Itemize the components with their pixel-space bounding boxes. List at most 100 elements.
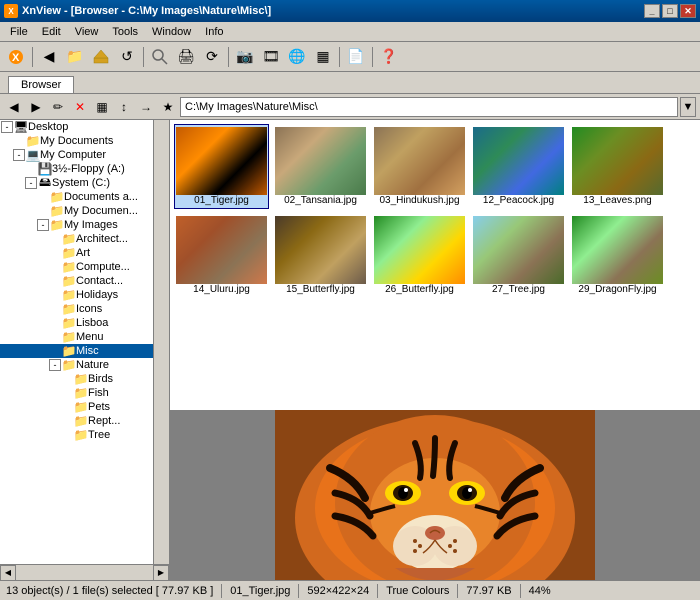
film-button[interactable]: 🎞 — [259, 45, 283, 69]
back-button[interactable]: ◀ — [37, 45, 61, 69]
path-input[interactable]: C:\My Images\Nature\Misc\ — [180, 97, 678, 117]
scroll-track[interactable] — [16, 565, 153, 580]
nav-sort[interactable]: ↕ — [114, 97, 134, 117]
tree-item[interactable]: -📁My Images — [0, 218, 153, 232]
tree-toggle[interactable] — [49, 247, 61, 259]
tree-item[interactable]: 📁Birds — [0, 372, 153, 386]
thumbnail-item[interactable]: 29_DragonFly.jpg — [570, 213, 665, 298]
tree-toggle[interactable]: - — [49, 359, 61, 371]
tree-toggle[interactable] — [37, 205, 49, 217]
tree-toggle[interactable]: - — [13, 149, 25, 161]
up-button[interactable] — [89, 45, 113, 69]
thumbnail-item[interactable]: 14_Uluru.jpg — [174, 213, 269, 298]
grid-button[interactable]: ▦ — [311, 45, 335, 69]
thumbnail-item[interactable]: 26_Butterfly.jpg — [372, 213, 467, 298]
thumbnail-item[interactable]: 02_Tansania.jpg — [273, 124, 368, 209]
tree-toggle[interactable] — [61, 387, 73, 399]
tree-item[interactable]: 💾3½-Floppy (A:) — [0, 162, 153, 176]
menu-file[interactable]: File — [4, 24, 34, 40]
tree-toggle[interactable] — [13, 135, 25, 147]
tree-item[interactable]: 📁Lisboa — [0, 316, 153, 330]
tree-item-label: My Computer — [40, 149, 106, 161]
tab-browser[interactable]: Browser — [8, 76, 74, 93]
tree-item[interactable]: -🖥Desktop — [0, 120, 153, 134]
thumbnail-item[interactable]: 03_Hindukush.jpg — [372, 124, 467, 209]
minimize-button[interactable]: _ — [644, 4, 660, 18]
tree-item[interactable]: -🖴System (C:) — [0, 176, 153, 190]
path-dropdown[interactable]: ▼ — [680, 97, 696, 117]
thumbnail-item[interactable]: 15_Butterfly.jpg — [273, 213, 368, 298]
tree-item[interactable]: 📁Documents a... — [0, 190, 153, 204]
toolbar-icon-small: X — [4, 45, 28, 69]
tree-item[interactable]: 📁Icons — [0, 302, 153, 316]
tree-item[interactable]: -💻My Computer — [0, 148, 153, 162]
thumbnail-label: 02_Tansania.jpg — [284, 195, 357, 206]
scroll-right[interactable]: ▶ — [153, 565, 169, 581]
tree-item[interactable]: -📁Nature — [0, 358, 153, 372]
scroll-left[interactable]: ◀ — [0, 565, 16, 581]
tree-toggle[interactable] — [49, 303, 61, 315]
tree-item[interactable]: 📁Contact... — [0, 274, 153, 288]
nav-star[interactable]: ★ — [158, 97, 178, 117]
tree-item[interactable]: 📁Art — [0, 246, 153, 260]
tree-item[interactable]: 📁Pets — [0, 400, 153, 414]
tree-item[interactable]: 📁Misc — [0, 344, 153, 358]
help-button[interactable]: ❓ — [377, 45, 401, 69]
tree-toggle[interactable] — [37, 191, 49, 203]
nav-edit[interactable]: ✏ — [48, 97, 68, 117]
thumbnail-item[interactable]: 12_Peacock.jpg — [471, 124, 566, 209]
tree-item[interactable]: 📁Architect... — [0, 232, 153, 246]
status-sep-3 — [377, 584, 378, 598]
tree-toggle[interactable] — [49, 317, 61, 329]
search-button[interactable] — [148, 45, 172, 69]
tree-toggle[interactable]: - — [37, 219, 49, 231]
thumbnail-label: 14_Uluru.jpg — [193, 284, 250, 295]
tree-item[interactable]: 📁Tree — [0, 428, 153, 442]
nav-delete[interactable]: ✕ — [70, 97, 90, 117]
menu-view[interactable]: View — [69, 24, 105, 40]
tree-item[interactable]: 📁Rept... — [0, 414, 153, 428]
doc-button[interactable]: 📄 — [344, 45, 368, 69]
tree-item[interactable]: 📁Holidays — [0, 288, 153, 302]
tree-toggle[interactable] — [25, 163, 37, 175]
tree-toggle[interactable] — [49, 345, 61, 357]
tree-toggle[interactable]: - — [25, 177, 37, 189]
camera-button[interactable]: 📷 — [233, 45, 257, 69]
tree-toggle[interactable] — [49, 275, 61, 287]
tree-item[interactable]: 📁Menu — [0, 330, 153, 344]
tree-item[interactable]: 📁My Documents — [0, 134, 153, 148]
tree-item[interactable]: 📁Compute... — [0, 260, 153, 274]
thumbnail-item[interactable]: 13_Leaves.png — [570, 124, 665, 209]
menu-window[interactable]: Window — [146, 24, 197, 40]
tree-item[interactable]: 📁Fish — [0, 386, 153, 400]
thumbnail-item[interactable]: 01_Tiger.jpg — [174, 124, 269, 209]
tree-toggle[interactable]: - — [1, 121, 13, 133]
tree-toggle[interactable] — [61, 373, 73, 385]
print-button[interactable]: 🖨 — [174, 45, 198, 69]
folder-button[interactable]: 📁 — [63, 45, 87, 69]
globe-button[interactable]: 🌐 — [285, 45, 309, 69]
tree-toggle[interactable] — [49, 261, 61, 273]
menu-info[interactable]: Info — [199, 24, 229, 40]
nav-arrow[interactable]: → — [136, 97, 156, 117]
tree-toggle[interactable] — [49, 233, 61, 245]
tree-hscroll[interactable]: ◀ ▶ — [0, 564, 169, 580]
refresh-button[interactable]: ↺ — [115, 45, 139, 69]
tree-toggle[interactable] — [61, 429, 73, 441]
close-button[interactable]: ✕ — [680, 4, 696, 18]
tree-toggle[interactable] — [49, 331, 61, 343]
tree-toggle[interactable] — [61, 401, 73, 413]
thumbnail-item[interactable]: 27_Tree.jpg — [471, 213, 566, 298]
menu-tools[interactable]: Tools — [106, 24, 144, 40]
maximize-button[interactable]: □ — [662, 4, 678, 18]
thumbnail-label: 26_Butterfly.jpg — [385, 284, 454, 295]
tree-folder-icon: 📁 — [74, 415, 88, 427]
nav-back[interactable]: ◀ — [4, 97, 24, 117]
menu-edit[interactable]: Edit — [36, 24, 67, 40]
tree-toggle[interactable] — [49, 289, 61, 301]
nav-view[interactable]: ▦ — [92, 97, 112, 117]
tree-item[interactable]: 📁My Documen... — [0, 204, 153, 218]
nav-forward[interactable]: ▶ — [26, 97, 46, 117]
tree-toggle[interactable] — [61, 415, 73, 427]
rotate-button[interactable]: ⟳ — [200, 45, 224, 69]
